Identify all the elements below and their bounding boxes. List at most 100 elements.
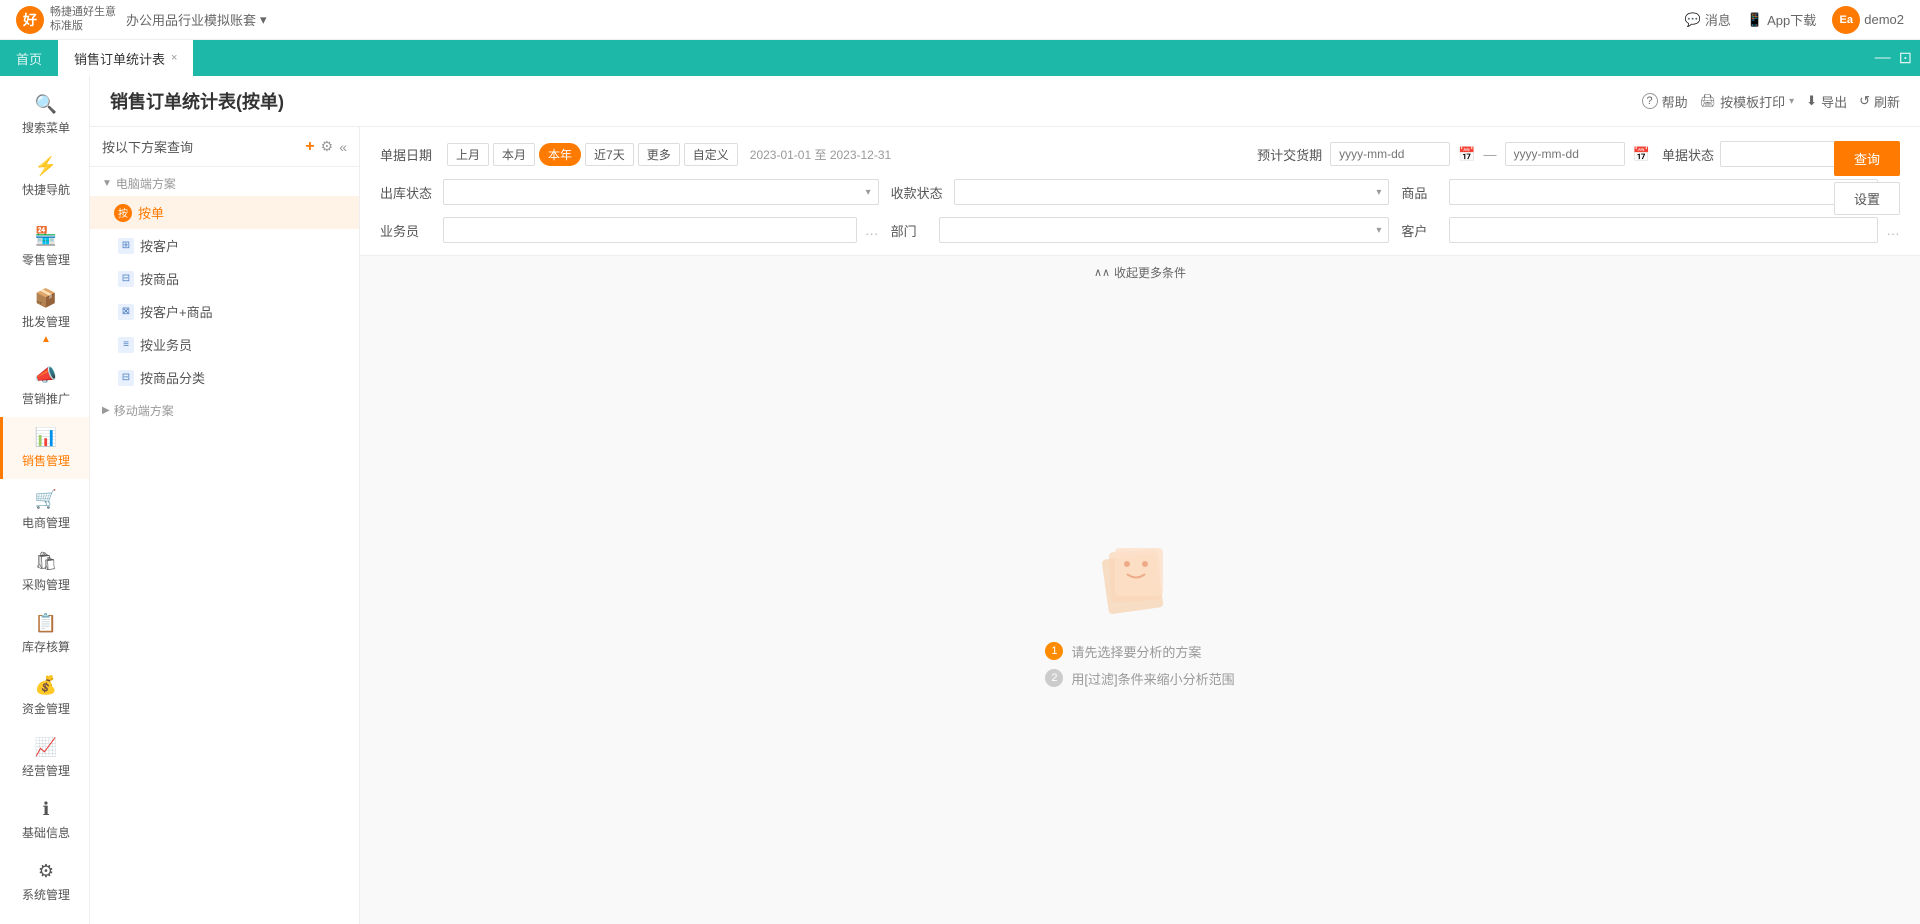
breadcrumb-dropdown-icon[interactable]: ▾	[260, 12, 267, 28]
sidebar-item-retail[interactable]: 🏪 零售管理	[0, 216, 89, 278]
mobile-scheme-expand-icon[interactable]: ▶	[102, 405, 110, 416]
wholesale-expand-icon: ▲	[41, 334, 51, 345]
date-quick-btns: 上月 本月 本年 近7天 更多 自定义	[447, 143, 738, 166]
settings-button[interactable]: 设置	[1834, 182, 1900, 215]
date-btn-last7days[interactable]: 近7天	[585, 143, 634, 166]
tab-minimize-icon[interactable]: —	[1875, 49, 1891, 67]
retail-icon: 🏪	[35, 226, 57, 247]
collapse-label: 收起更多条件	[1114, 264, 1186, 281]
top-bar-left: 好 畅捷通好生意 标准版 办公用品行业模拟账套 ▾	[16, 6, 267, 34]
payment-status-label: 收款状态	[891, 183, 946, 202]
tab-expand-icon[interactable]: ⊡	[1899, 48, 1912, 68]
date-btn-more[interactable]: 更多	[638, 143, 680, 166]
scheme-by-customer-goods[interactable]: ⊠ 按客户+商品	[90, 295, 359, 328]
scheme-by-goods-category[interactable]: ⊟ 按商品分类	[90, 361, 359, 394]
date-btn-this-year[interactable]: 本年	[539, 143, 581, 166]
top-bar: 好 畅捷通好生意 标准版 办公用品行业模拟账套 ▾ 💬 消息 📱 App下载 E…	[0, 0, 1920, 40]
pc-scheme-section: ▼ 电脑端方案	[90, 167, 359, 196]
scheme-by-goods-icon: ⊟	[118, 271, 134, 287]
customer-input[interactable]	[1449, 217, 1878, 243]
sidebar-item-sales[interactable]: 📊 销售管理	[0, 417, 89, 479]
message-btn[interactable]: 💬 消息	[1685, 10, 1731, 29]
date-btn-last-month[interactable]: 上月	[447, 143, 489, 166]
export-icon: ⬇	[1806, 93, 1817, 109]
inventory-icon: 📋	[35, 613, 57, 634]
customer-label: 客户	[1401, 221, 1441, 240]
mobile-scheme-section: ▶ 移动端方案	[90, 394, 359, 423]
sidebar-item-marketing[interactable]: 📣 营销推广	[0, 355, 89, 417]
sidebar-item-enterprise-coop[interactable]: 🤝 企业协同	[0, 913, 89, 924]
empty-step-2: 2 用[过滤]条件来缩小分析范围	[1045, 669, 1234, 688]
expected-date-start-cal-icon[interactable]: 📅	[1458, 146, 1475, 163]
content-area: 销售订单统计表(按单) ? 帮助 🖨 按模板打印 ▾ ⬇ 导出	[90, 76, 1920, 924]
template-print-btn[interactable]: 🖨 按模板打印 ▾	[1700, 92, 1795, 111]
payment-status-select[interactable]	[954, 179, 1390, 205]
help-icon: ?	[1642, 93, 1658, 109]
status-label: 单据状态	[1662, 145, 1714, 164]
query-button[interactable]: 查询	[1834, 141, 1900, 176]
customer-more-icon[interactable]: …	[1886, 222, 1900, 238]
sidebar-item-finance[interactable]: 💰 资金管理	[0, 665, 89, 727]
user-area[interactable]: Ea demo2	[1832, 6, 1904, 34]
tab-home[interactable]: 首页	[0, 40, 58, 76]
expected-date-end-cal-icon[interactable]: 📅	[1633, 146, 1650, 163]
tab-close-icon[interactable]: ×	[171, 52, 177, 64]
left-panel: 按以下方案查询 + ⚙ « ▼ 电脑端方案 按 按单	[90, 127, 360, 924]
date-btn-custom[interactable]: 自定义	[684, 143, 738, 166]
expected-date-end[interactable]	[1505, 142, 1625, 166]
breadcrumb-area[interactable]: 办公用品行业模拟账套 ▾	[126, 10, 267, 29]
payment-status-cell: 收款状态 ▾	[891, 179, 1390, 205]
refresh-btn[interactable]: ↺ 刷新	[1859, 92, 1900, 111]
sidebar-item-inventory[interactable]: 📋 库存核算	[0, 603, 89, 665]
empty-steps: 1 请先选择要分析的方案 2 用[过滤]条件来缩小分析范围	[1045, 642, 1234, 688]
filter-area: 单据日期 上月 本月 本年 近7天 更多 自定义 2023-01-01 至 20…	[360, 127, 1920, 289]
scheme-by-customer-icon: ⊞	[118, 238, 134, 254]
date-btn-this-month[interactable]: 本月	[493, 143, 535, 166]
scheme-by-goods[interactable]: ⊟ 按商品	[90, 262, 359, 295]
sidebar-item-ecommerce[interactable]: 🛒 电商管理	[0, 479, 89, 541]
app-download-btn[interactable]: 📱 App下载	[1747, 10, 1816, 29]
tab-sales-order-stat[interactable]: 销售订单统计表 ×	[58, 40, 193, 76]
help-btn[interactable]: ? 帮助	[1642, 92, 1688, 111]
sidebar-item-search-menu[interactable]: 🔍 搜索菜单	[0, 84, 89, 146]
dept-select[interactable]	[939, 217, 1390, 243]
template-print-dropdown[interactable]: ▾	[1789, 96, 1794, 107]
sidebar-item-label-operations: 经营管理	[22, 762, 70, 779]
panel-collapse-btn[interactable]: «	[339, 139, 347, 155]
sidebar-item-operations[interactable]: 📈 经营管理	[0, 727, 89, 789]
tab-sales-label: 销售订单统计表	[74, 49, 165, 68]
salesperson-input[interactable]	[443, 217, 857, 243]
marketing-icon: 📣	[35, 365, 57, 386]
export-btn[interactable]: ⬇ 导出	[1806, 92, 1847, 111]
sidebar-item-label-basicinfo: 基础信息	[22, 824, 70, 841]
out-status-select[interactable]	[443, 179, 879, 205]
expected-date-start[interactable]	[1330, 142, 1450, 166]
logo-icon: 好	[16, 6, 44, 34]
sidebar-item-system[interactable]: ⚙ 系统管理	[0, 851, 89, 913]
dept-label: 部门	[891, 221, 931, 240]
add-scheme-btn[interactable]: +	[305, 138, 314, 156]
collapse-row[interactable]: ∧∧ 收起更多条件	[360, 255, 1920, 289]
sidebar-item-label-quicknav: 快捷导航	[22, 181, 70, 198]
message-icon: 💬	[1685, 12, 1701, 28]
sidebar-item-quick-nav[interactable]: ⚡ 快捷导航	[0, 146, 89, 208]
inner-layout: 按以下方案查询 + ⚙ « ▼ 电脑端方案 按 按单	[90, 127, 1920, 924]
scheme-by-customer[interactable]: ⊞ 按客户	[90, 229, 359, 262]
operations-icon: 📈	[35, 737, 57, 758]
customer-cell: 客户 …	[1401, 217, 1900, 243]
scheme-settings-btn[interactable]: ⚙	[321, 138, 334, 155]
dept-select-wrapper: ▾	[939, 217, 1390, 243]
goods-input[interactable]	[1449, 179, 1878, 205]
dept-cell: 部门 ▾	[891, 217, 1390, 243]
scheme-by-salesperson[interactable]: ≡ 按业务员	[90, 328, 359, 361]
scheme-by-order[interactable]: 按 按单	[90, 196, 359, 229]
pc-scheme-expand-icon[interactable]: ▼	[102, 178, 112, 189]
sidebar-item-purchase[interactable]: 🛍 采购管理	[0, 541, 89, 603]
salesperson-more-icon[interactable]: …	[865, 222, 879, 238]
sidebar-item-basic-info[interactable]: ℹ 基础信息	[0, 789, 89, 851]
page-title: 销售订单统计表(按单)	[110, 88, 284, 114]
filter-row-3: 业务员 … 部门 ▾	[380, 217, 1900, 243]
sidebar-item-wholesale[interactable]: 📦 批发管理 ▲	[0, 278, 89, 355]
sidebar-item-label-retail: 零售管理	[22, 251, 70, 268]
out-status-cell: 出库状态 ▾	[380, 179, 879, 205]
